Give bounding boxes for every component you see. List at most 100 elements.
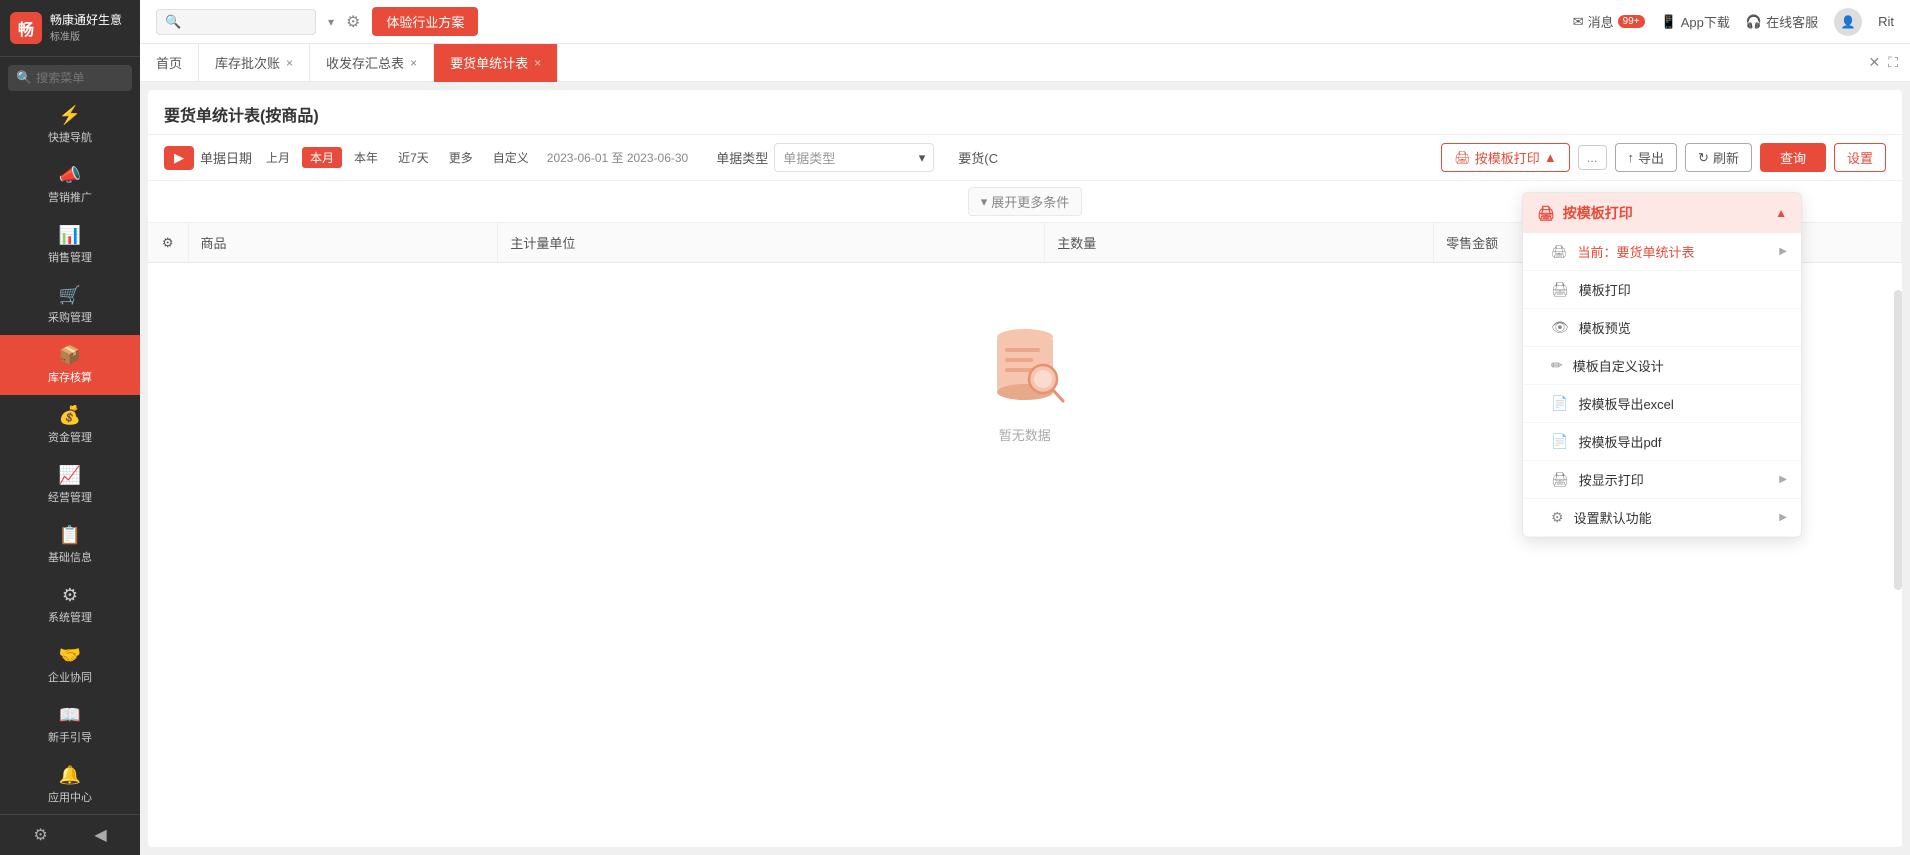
- page-title: 要货单统计表(按商品): [164, 108, 319, 125]
- avatar[interactable]: 👤: [1834, 8, 1862, 36]
- sidebar-search-input[interactable]: [36, 71, 116, 85]
- topbar-search-input[interactable]: [185, 15, 305, 29]
- sidebar-item-inventory[interactable]: 📦 库存核算: [0, 335, 140, 395]
- tab-fullscreen-icon[interactable]: ⛶: [1888, 54, 1898, 71]
- dropdown-item-set-default[interactable]: ⚙ 设置默认功能 ▶: [1523, 499, 1801, 537]
- empty-illustration: [975, 323, 1075, 413]
- date-range-display: 2023-06-01 至 2023-06-30: [547, 149, 688, 166]
- topbar-search[interactable]: 🔍: [156, 9, 316, 35]
- sidebar-search-box[interactable]: 🔍: [8, 65, 132, 91]
- print-chevron-up: ▲: [1544, 150, 1557, 165]
- headset-icon: 🎧: [1746, 14, 1762, 30]
- app-download-button[interactable]: 📱 App下载: [1661, 12, 1730, 31]
- sidebar-item-marketing[interactable]: 📣 营销推广: [0, 155, 140, 215]
- tab-batch-account[interactable]: 库存批次账 ×: [199, 44, 310, 82]
- column-settings-icon[interactable]: ⚙: [162, 235, 174, 250]
- tab-collection-summary[interactable]: 收发存汇总表 ×: [310, 44, 434, 82]
- tab-order-stat[interactable]: 要货单统计表 ×: [434, 44, 558, 82]
- template-excel-icon: 📄: [1551, 395, 1568, 412]
- main-area: 🔍 ▾ ⚙ 体验行业方案 ✉ 消息 99+ 📱 App下载 🎧 在线客服 👤 R…: [140, 0, 1910, 855]
- dropdown-item-template-preview[interactable]: 👁 模板预览: [1523, 309, 1801, 347]
- sidebar-item-guide[interactable]: 📖 新手引导: [0, 695, 140, 755]
- tabs-actions: ✕ ⛶: [1856, 54, 1910, 71]
- dropdown-collapse-icon[interactable]: ▲: [1775, 206, 1787, 220]
- sidebar-item-quick-nav[interactable]: ⚡ 快捷导航: [0, 95, 140, 155]
- sidebar-item-basic[interactable]: 📋 基础信息: [0, 515, 140, 575]
- tab-close-window-icon[interactable]: ✕: [1868, 54, 1880, 71]
- messages-icon: ✉: [1573, 14, 1584, 30]
- sidebar-item-system[interactable]: ⚙ 系统管理: [0, 575, 140, 635]
- online-service-button[interactable]: 🎧 在线客服: [1746, 12, 1818, 31]
- refresh-button[interactable]: ↻ 刷新: [1685, 143, 1752, 172]
- tab-home[interactable]: 首页: [140, 44, 199, 82]
- quick-nav-icon: ⚡: [59, 105, 81, 126]
- template-print-dropdown: 🖨 按模板打印 ▲ 🖨 当前：要货单统计表 ▶ 🖨 模板打印: [1522, 192, 1802, 538]
- date-filter-label: 单据日期: [200, 148, 252, 167]
- marketing-icon: 📣: [59, 165, 81, 186]
- display-print-chevron: ▶: [1779, 474, 1787, 485]
- topbar: 🔍 ▾ ⚙ 体验行业方案 ✉ 消息 99+ 📱 App下载 🎧 在线客服 👤 R…: [140, 0, 1910, 44]
- date-btn-this-month[interactable]: 本月: [302, 147, 342, 168]
- content-area: 要货单统计表(按商品) ▶ 单据日期 上月 本月 本年 近7天 更多 自定义: [148, 90, 1902, 847]
- sidebar-item-enterprise[interactable]: 🤝 企业协同: [0, 635, 140, 695]
- th-unit: 主计量单位: [498, 223, 1045, 263]
- sidebar-item-purchase[interactable]: 🛒 采购管理: [0, 275, 140, 335]
- th-product: 商品: [188, 223, 498, 263]
- logo-text: 畅康通好生意 标准版: [50, 13, 122, 44]
- sales-icon: 📊: [59, 225, 81, 246]
- toolbar-right: 🖨 按模板打印 ▲ ... ↑ 导出 ↻ 刷新 查询 设置: [1441, 143, 1886, 172]
- toolbar: ▶ 单据日期 上月 本月 本年 近7天 更多 自定义 2023-06-01 至 …: [148, 135, 1902, 181]
- messages-button[interactable]: ✉ 消息 99+: [1573, 12, 1645, 31]
- dropdown-item-template-custom[interactable]: ✏ 模板自定义设计: [1523, 347, 1801, 385]
- date-btn-last-7[interactable]: 近7天: [390, 147, 437, 168]
- tab-collection-summary-close[interactable]: ×: [410, 56, 417, 70]
- dropdown-item-template-print[interactable]: 🖨 模板打印: [1523, 271, 1801, 309]
- app-download-icon: 📱: [1661, 14, 1677, 30]
- collapse-icon[interactable]: ◀: [94, 825, 106, 845]
- topbar-dropdown-icon[interactable]: ▾: [328, 15, 334, 29]
- type-select-dropdown[interactable]: 单据类型 ▾: [774, 143, 934, 172]
- sidebar-item-finance[interactable]: 💰 资金管理: [0, 395, 140, 455]
- appstore-icon: 🔔: [59, 765, 81, 786]
- sidebar-bottom: ⚙ ◀: [0, 814, 140, 855]
- vertical-scrollbar[interactable]: [1894, 290, 1902, 590]
- export-button[interactable]: ↑ 导出: [1615, 143, 1678, 172]
- dropdown-item-display-print[interactable]: 🖨 按显示打印 ▶: [1523, 461, 1801, 499]
- topbar-gear-icon[interactable]: ⚙: [346, 12, 360, 32]
- expand-more-button[interactable]: ▾ 展开更多条件: [968, 187, 1083, 216]
- date-btn-last-month[interactable]: 上月: [258, 147, 298, 168]
- date-btn-custom[interactable]: 自定义: [485, 147, 537, 168]
- tab-batch-account-close[interactable]: ×: [286, 56, 293, 70]
- display-print-icon: 🖨: [1551, 471, 1569, 488]
- search-icon: 🔍: [16, 70, 32, 86]
- order-type-filter: 要货(C: [958, 148, 998, 167]
- more-options-button[interactable]: ...: [1578, 145, 1607, 170]
- dropdown-print-icon: 🖨: [1537, 205, 1555, 222]
- sidebar-item-sales[interactable]: 📊 销售管理: [0, 215, 140, 275]
- expand-filter-button[interactable]: ▶: [164, 146, 194, 170]
- settings-icon[interactable]: ⚙: [33, 825, 47, 845]
- dropdown-item-template-pdf[interactable]: 📄 按模板导出pdf: [1523, 423, 1801, 461]
- purchase-icon: 🛒: [59, 285, 81, 306]
- th-settings[interactable]: ⚙: [148, 223, 188, 263]
- current-item-chevron: ▶: [1779, 246, 1787, 257]
- page-header: 要货单统计表(按商品): [148, 90, 1902, 135]
- system-icon: ⚙: [62, 585, 78, 606]
- sidebar-item-appstore[interactable]: 🔔 应用中心: [0, 755, 140, 814]
- empty-text: 暂无数据: [999, 425, 1051, 444]
- dropdown-item-template-excel[interactable]: 📄 按模板导出excel: [1523, 385, 1801, 423]
- dropdown-current-item[interactable]: 🖨 当前：要货单统计表 ▶: [1523, 233, 1801, 271]
- logo-icon: 畅: [10, 12, 42, 44]
- sidebar-item-operation[interactable]: 📈 经营管理: [0, 455, 140, 515]
- date-buttons: 上月 本月 本年 近7天 更多 自定义: [258, 147, 537, 168]
- industry-solution-button[interactable]: 体验行业方案: [372, 7, 478, 36]
- tab-order-stat-close[interactable]: ×: [534, 56, 541, 70]
- template-print-button[interactable]: 🖨 按模板打印 ▲: [1441, 143, 1569, 172]
- query-button[interactable]: 查询: [1760, 143, 1826, 172]
- setting-button[interactable]: 设置: [1834, 143, 1886, 172]
- inventory-icon: 📦: [59, 345, 81, 366]
- date-btn-this-year[interactable]: 本年: [346, 147, 386, 168]
- export-icon: ↑: [1628, 150, 1635, 165]
- date-btn-more[interactable]: 更多: [441, 147, 481, 168]
- tabs-bar: 首页 库存批次账 × 收发存汇总表 × 要货单统计表 × ✕ ⛶: [140, 44, 1910, 82]
